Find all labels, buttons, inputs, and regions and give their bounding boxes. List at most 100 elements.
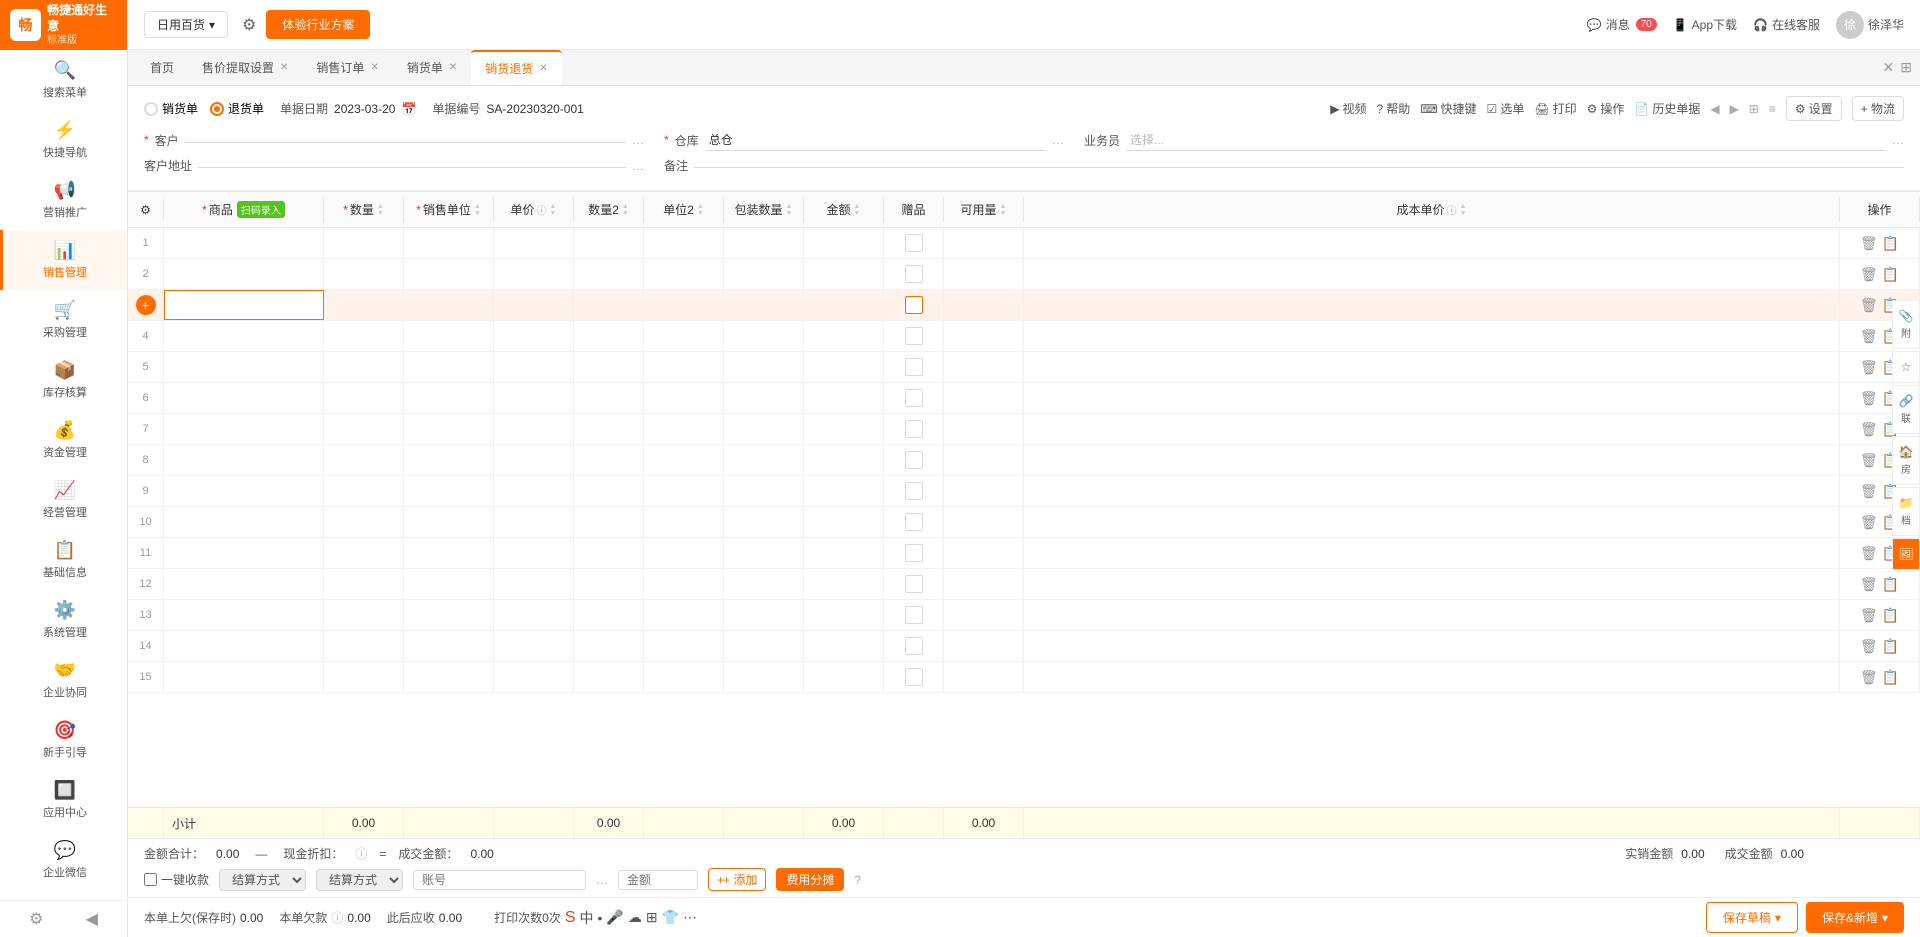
one-key-collect-input[interactable] [144, 873, 157, 886]
sidebar-item-guide[interactable]: 🎯 新手引导 [0, 710, 127, 770]
next-record-icon[interactable]: ▶ [1730, 102, 1739, 116]
calc-method-select[interactable]: 结算方式 [316, 869, 403, 891]
copy-btn[interactable]: 📋 [1882, 669, 1899, 686]
customer-input[interactable] [185, 138, 626, 143]
gift-checkbox[interactable] [905, 327, 923, 345]
row-2-product[interactable] [164, 259, 324, 289]
row-1-unit2[interactable] [644, 228, 724, 258]
delete-btn[interactable]: 🗑 [1860, 390, 1878, 407]
row-3-qty[interactable] [324, 290, 404, 320]
topbar-gear-icon[interactable]: ⚙ [242, 15, 256, 35]
history-btn[interactable]: 📄 历史单据 [1634, 100, 1700, 117]
scan-input-btn[interactable]: 扫码录入 [237, 201, 285, 218]
radio-return[interactable]: 退货单 [210, 100, 264, 117]
add-logistics-button[interactable]: + 物流 [1852, 96, 1904, 121]
copy-btn[interactable]: 📋 [1882, 638, 1899, 655]
row-1-pkg[interactable] [724, 228, 804, 258]
float-btn-star[interactable]: ☆ [1892, 351, 1920, 383]
gift-checkbox[interactable] [905, 451, 923, 469]
row-1-price[interactable] [494, 228, 574, 258]
copy-row-2-btn[interactable]: 📋 [1882, 266, 1899, 283]
delete-btn[interactable]: 🗑 [1860, 607, 1878, 624]
status-icon4[interactable]: ☁ [628, 909, 642, 926]
payment-amount-input[interactable] [618, 870, 698, 890]
delete-btn[interactable]: 🗑 [1860, 452, 1878, 469]
row-2-unit2[interactable] [644, 259, 724, 289]
tab-close-sales-order[interactable]: ✕ [370, 62, 378, 73]
float-btn-room[interactable]: 🏠 房 [1892, 436, 1920, 485]
delete-btn[interactable]: 🗑 [1860, 421, 1878, 438]
operate-btn[interactable]: ⚙ 操作 [1587, 100, 1625, 117]
delete-row-2-btn[interactable]: 🗑 [1860, 266, 1878, 283]
row-1-unit[interactable] [404, 228, 494, 258]
delete-btn[interactable]: 🗑 [1860, 514, 1878, 531]
save-new-button[interactable]: 保存&新增 ▾ [1806, 902, 1904, 933]
row-product[interactable] [164, 321, 324, 351]
row-3-product[interactable] [164, 290, 324, 320]
gift-checkbox[interactable] [905, 668, 923, 686]
row-3-avail[interactable] [944, 290, 1024, 320]
row-3-qty2[interactable] [574, 290, 644, 320]
delete-btn[interactable]: 🗑 [1860, 359, 1878, 376]
gift-checkbox[interactable] [905, 513, 923, 531]
row-3-gift-checkbox[interactable] [905, 296, 923, 314]
account-number-input[interactable] [413, 870, 586, 890]
sidebar-item-member[interactable]: 👑 畅会员 [0, 890, 127, 900]
shortcut-btn[interactable]: ⌨ 快捷键 [1420, 100, 1476, 117]
help-btn[interactable]: ? 帮助 [1377, 100, 1411, 117]
one-key-collect-checkbox[interactable]: 一键收款 [144, 871, 209, 888]
row-2-price[interactable] [494, 259, 574, 289]
daily-selector[interactable]: 日用百货 ▾ [144, 11, 228, 38]
row-2-gift[interactable] [884, 259, 944, 289]
gift-checkbox[interactable] [905, 420, 923, 438]
status-icon5[interactable]: ⊞ [646, 909, 658, 926]
delete-btn[interactable]: 🗑 [1860, 483, 1878, 500]
tab-price-settings[interactable]: 售价提取设置 ✕ [188, 51, 302, 84]
copy-row-1-btn[interactable]: 📋 [1882, 235, 1899, 252]
status-icon7[interactable]: ⋯ [683, 909, 697, 926]
sidebar-item-finance[interactable]: 💰 资金管理 [0, 410, 127, 470]
tab-sales[interactable]: 销货单 ✕ [393, 51, 471, 84]
status-icon6[interactable]: 👕 [662, 909, 679, 926]
row-1-avail[interactable] [944, 228, 1024, 258]
customer-select-btn[interactable]: … [632, 133, 644, 147]
sidebar-item-sales[interactable]: 📊 销售管理 [0, 230, 127, 290]
trial-button[interactable]: 体验行业方案 [266, 10, 370, 39]
address-input[interactable] [198, 163, 626, 168]
sidebar-collapse-btn[interactable]: ◀ [86, 909, 98, 929]
delete-btn[interactable]: 🗑 [1860, 328, 1878, 345]
row-1-cost[interactable] [1024, 228, 1840, 258]
row-3-price[interactable] [494, 290, 574, 320]
sidebar-item-purchase[interactable]: 🛒 采购管理 [0, 290, 127, 350]
add-payment-btn[interactable]: + + 添加 [708, 868, 766, 891]
radio-sales[interactable]: 销货单 [144, 100, 198, 117]
delete-btn[interactable]: 🗑 [1860, 669, 1878, 686]
row-3-unit[interactable] [404, 290, 494, 320]
warehouse-input[interactable]: 总仓 [705, 129, 1046, 151]
select-btn[interactable]: ☑ 选单 [1487, 100, 1525, 117]
gift-checkbox[interactable] [905, 358, 923, 376]
sidebar-item-apps[interactable]: 🔲 应用中心 [0, 770, 127, 830]
grid-settings-icon[interactable]: ⚙ [140, 203, 151, 217]
grid-view-icon[interactable]: ⊞ [1749, 102, 1759, 116]
status-icon3[interactable]: 🎤 [606, 909, 623, 926]
row-2-qty[interactable] [324, 259, 404, 289]
float-btn-image[interactable]: 🖼 [1892, 538, 1920, 570]
user-profile-btn[interactable]: 徐 徐泽华 [1836, 11, 1904, 39]
staff-select-btn[interactable]: … [1892, 133, 1904, 147]
sidebar-item-nav[interactable]: ⚡ 快捷导航 [0, 110, 127, 170]
payment-method-select[interactable]: 结算方式 [219, 869, 306, 891]
row-3-gift[interactable] [884, 290, 944, 320]
row-2-cost[interactable] [1024, 259, 1840, 289]
sidebar-item-marketing[interactable]: 📢 营销推广 [0, 170, 127, 230]
fee-split-btn[interactable]: 费用分摊 [776, 868, 844, 891]
gift-checkbox[interactable] [905, 637, 923, 655]
row-1-gift-checkbox[interactable] [905, 234, 923, 252]
tab-close-sales-return[interactable]: ✕ [539, 63, 547, 74]
sidebar-item-search[interactable]: 🔍 搜索菜单 [0, 50, 127, 110]
row-2-qty2[interactable] [574, 259, 644, 289]
gift-checkbox[interactable] [905, 606, 923, 624]
copy-btn[interactable]: 📋 [1882, 607, 1899, 624]
tab-sales-order[interactable]: 销售订单 ✕ [302, 51, 392, 84]
row-1-gift[interactable] [884, 228, 944, 258]
